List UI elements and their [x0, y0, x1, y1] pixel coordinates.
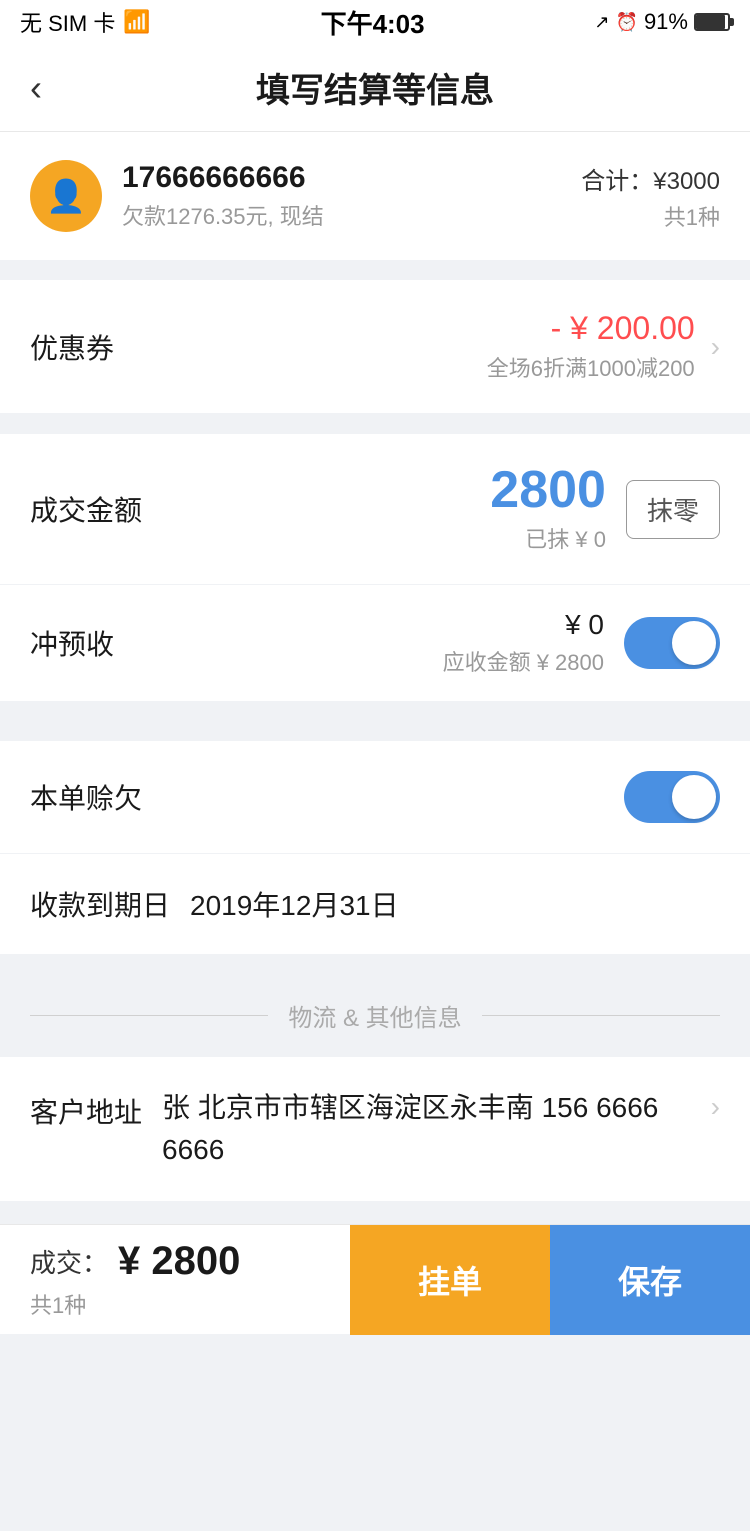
avatar-icon: 👤 — [46, 177, 86, 215]
deal-section: 成交金额 2800 已抹 ¥ 0 抹零 冲预收 ¥ 0 应收金额 ¥ 2800 — [0, 434, 750, 701]
logistics-line-right — [482, 1015, 720, 1016]
logistics-text: 物流 & 其他信息 — [288, 998, 461, 1033]
customer-phone: 17666666666 — [122, 161, 324, 195]
status-left: 无 SIM 卡 📶 — [20, 6, 151, 38]
deal-right: 2800 已抹 ¥ 0 抹零 — [490, 464, 720, 554]
deal-amount: 2800 — [490, 464, 606, 516]
deal-amount-block: 2800 已抹 ¥ 0 — [490, 464, 606, 554]
status-time: 下午4:03 — [321, 4, 425, 41]
bottom-bar: 成交： ¥ 2800 共1种 挂单 保存 — [0, 1224, 750, 1334]
save-button[interactable]: 保存 — [550, 1225, 750, 1335]
alarm-icon: ⏰ — [616, 12, 638, 33]
carrier-text: 无 SIM 卡 — [20, 6, 115, 38]
deal-label: 成交金额 — [30, 489, 142, 529]
address-label: 客户地址 — [30, 1091, 142, 1131]
battery-icon — [694, 13, 730, 31]
coupon-row[interactable]: 优惠券 - ¥ 200.00 全场6折满1000减200 › — [0, 280, 750, 414]
nav-bar: ‹ 填写结算等信息 — [0, 44, 750, 132]
bottom-deal-label: 成交： — [30, 1243, 108, 1280]
customer-right: 合计：¥3000 共1种 — [581, 161, 720, 232]
prepay-label: 冲预收 — [30, 623, 114, 663]
location-icon: ↗ — [594, 12, 609, 33]
coupon-amount: - ¥ 200.00 — [487, 310, 695, 347]
address-value: 张 北京市市辖区海淀区永丰南 156 6666 6666 — [162, 1087, 691, 1171]
prepay-right: ¥ 0 应收金额 ¥ 2800 — [443, 609, 720, 677]
bottom-deal-amount: ¥ 2800 — [118, 1239, 240, 1284]
logistics-line-left — [30, 1015, 268, 1016]
address-chevron-icon: › — [711, 1091, 720, 1123]
total-count: 共1种 — [581, 200, 720, 232]
prepay-values: ¥ 0 应收金额 ¥ 2800 — [443, 609, 604, 677]
bottom-count: 共1种 — [30, 1288, 320, 1320]
coupon-label: 优惠券 — [30, 327, 114, 367]
toggle-knob — [672, 621, 716, 665]
total-label: 合计：¥3000 — [581, 161, 720, 196]
coupon-desc: 全场6折满1000减200 — [487, 351, 695, 383]
avatar: 👤 — [30, 160, 102, 232]
wifi-icon: 📶 — [123, 9, 150, 35]
status-right: ↗ ⏰ 91% — [594, 9, 730, 35]
battery-percent: 91% — [644, 9, 688, 35]
divider-1 — [0, 260, 750, 280]
prepay-row: 冲预收 ¥ 0 应收金额 ¥ 2800 — [0, 584, 750, 701]
bottom-deal: 成交： ¥ 2800 — [30, 1239, 320, 1284]
hold-button[interactable]: 挂单 — [350, 1225, 550, 1335]
coupon-right: - ¥ 200.00 全场6折满1000减200 › — [487, 310, 720, 383]
prepay-toggle[interactable] — [624, 617, 720, 669]
prepay-amount: ¥ 0 — [443, 609, 604, 641]
status-bar: 无 SIM 卡 📶 下午4:03 ↗ ⏰ 91% — [0, 0, 750, 44]
writeoff-toggle-knob — [672, 775, 716, 819]
deal-erased: 已抹 ¥ 0 — [490, 522, 606, 554]
duedate-label: 收款到期日 — [30, 884, 170, 924]
back-button[interactable]: ‹ — [20, 57, 52, 119]
divider-2 — [0, 414, 750, 434]
customer-left: 👤 17666666666 欠款1276.35元, 现结 — [30, 160, 324, 232]
duedate-value: 2019年12月31日 — [190, 884, 399, 924]
customer-info: 17666666666 欠款1276.35元, 现结 — [122, 161, 324, 231]
writeoff-section: 本单赊欠 收款到期日 2019年12月31日 — [0, 741, 750, 954]
logistics-divider: 物流 & 其他信息 — [0, 974, 750, 1057]
duedate-row: 收款到期日 2019年12月31日 — [0, 853, 750, 954]
divider-4 — [0, 954, 750, 974]
page-title: 填写结算等信息 — [256, 63, 494, 112]
customer-debt: 欠款1276.35元, 现结 — [122, 199, 324, 231]
address-row[interactable]: 客户地址 张 北京市市辖区海淀区永丰南 156 6666 6666 › — [0, 1057, 750, 1201]
writeoff-toggle[interactable] — [624, 771, 720, 823]
bottom-summary: 成交： ¥ 2800 共1种 — [0, 1239, 350, 1320]
prepay-receivable: 应收金额 ¥ 2800 — [443, 645, 604, 677]
divider-3 — [0, 701, 750, 721]
coupon-chevron-icon: › — [711, 331, 720, 363]
deal-row: 成交金额 2800 已抹 ¥ 0 抹零 — [0, 434, 750, 584]
writeoff-label: 本单赊欠 — [30, 777, 142, 817]
erase-button[interactable]: 抹零 — [626, 480, 720, 539]
customer-card: 👤 17666666666 欠款1276.35元, 现结 合计：¥3000 共1… — [0, 132, 750, 260]
writeoff-row: 本单赊欠 — [0, 741, 750, 853]
